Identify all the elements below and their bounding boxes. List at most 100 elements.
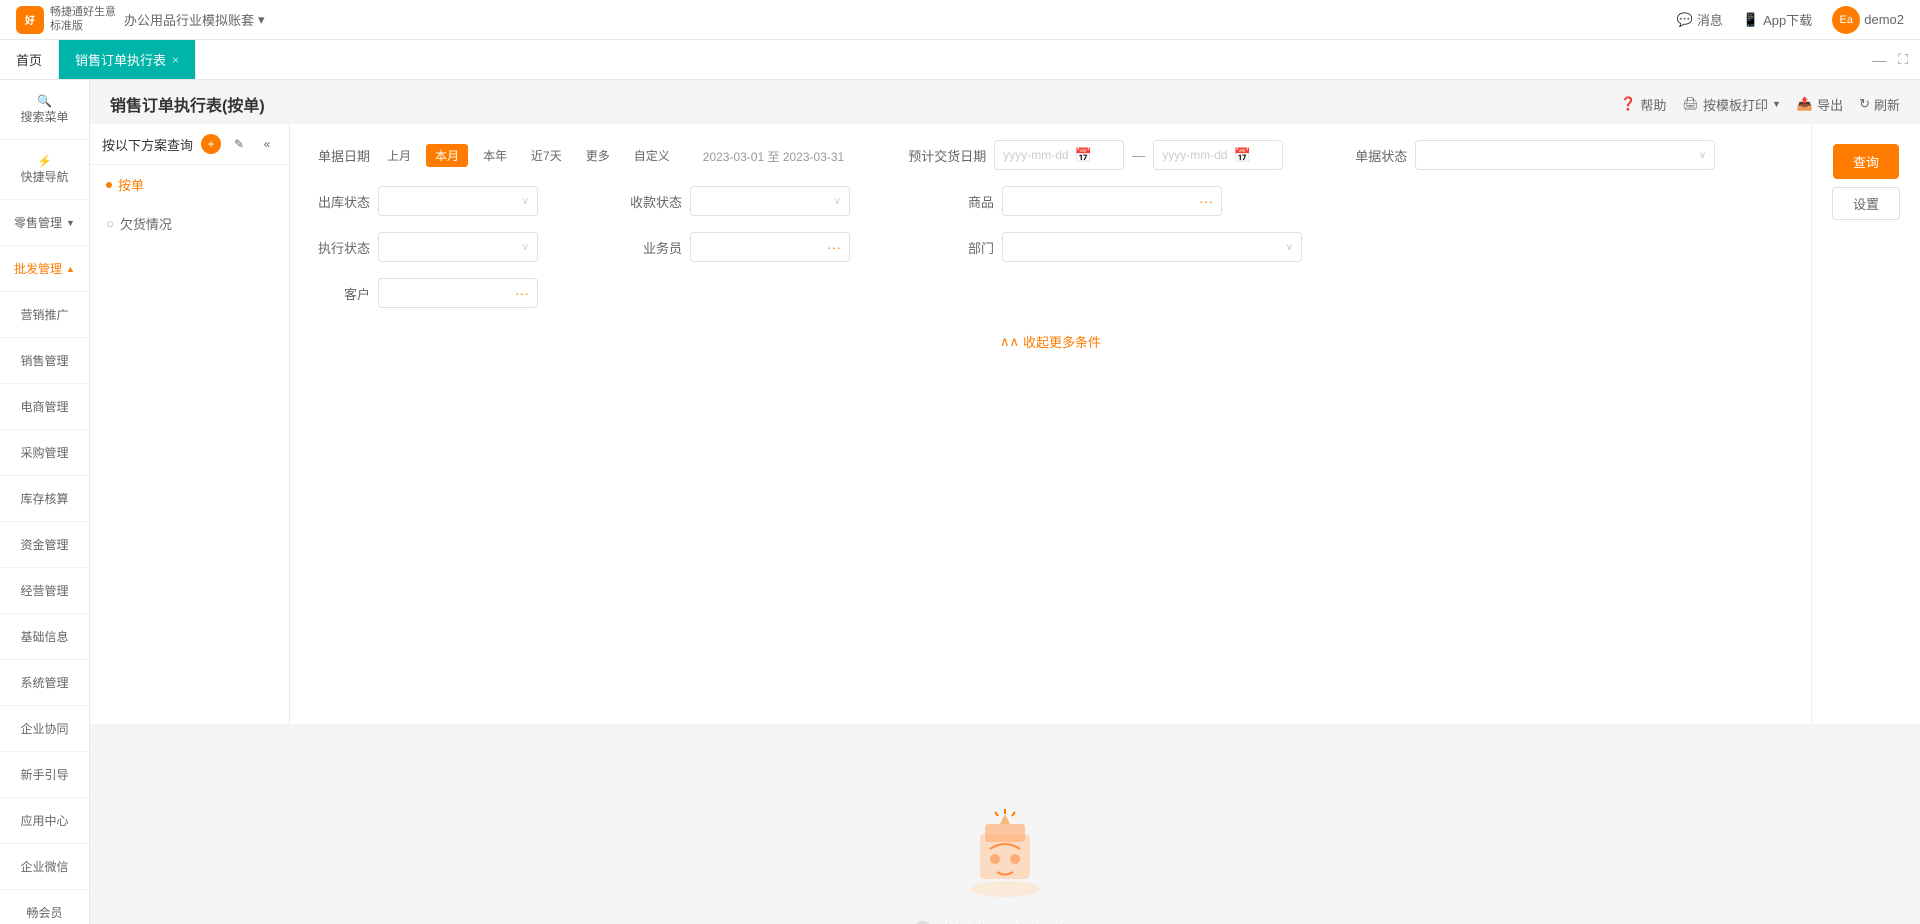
expected-date-start[interactable]: yyyy-mm-dd 📅	[994, 140, 1124, 170]
chevron-up-icon: ▲	[66, 264, 75, 274]
settings-button[interactable]: 设置	[1832, 187, 1900, 220]
exec-chevron-icon: ∨	[522, 242, 529, 253]
collapse-button[interactable]: ∧∧ 收起更多条件	[310, 324, 1791, 359]
sidebar-item-inventory[interactable]: 库存核算	[0, 476, 89, 522]
sidebar-item-guide[interactable]: 新手引导	[0, 752, 89, 798]
quicknav-icon: ⚡	[8, 154, 81, 168]
user-area[interactable]: Ea demo2	[1832, 6, 1904, 34]
message-button[interactable]: 💬 消息	[1677, 10, 1723, 29]
sidebar-item-ecommerce[interactable]: 电商管理	[0, 384, 89, 430]
goods-input[interactable]: ···	[1002, 186, 1222, 216]
tab-fullscreen-icon[interactable]: ⛶	[1898, 51, 1908, 68]
goods-more-icon[interactable]: ···	[1199, 193, 1213, 209]
sidebar-item-finance[interactable]: 资金管理	[0, 522, 89, 568]
query-button[interactable]: 查询	[1833, 144, 1899, 179]
sidebar-item-wechat[interactable]: 企业微信	[0, 844, 89, 890]
department-label: 部门	[934, 238, 994, 257]
scheme-collapse-button[interactable]: «	[257, 134, 277, 154]
department-select[interactable]: ∨	[1002, 232, 1302, 262]
sidebar-item-purchase[interactable]: 采购管理	[0, 430, 89, 476]
scheme-add-button[interactable]: +	[201, 134, 221, 154]
filter-row-date: 单据日期 上月 本月 本年 近7天 更多 自定义 2023-03-01 至 20…	[310, 140, 1791, 170]
sidebar-item-member[interactable]: 畅会员	[0, 890, 89, 924]
sidebar-item-quicknav[interactable]: ⚡ 快捷导航	[0, 140, 89, 200]
expected-date-label: 预计交货日期	[908, 146, 986, 165]
customer-label: 客户	[310, 284, 370, 303]
tab-home[interactable]: 首页	[0, 40, 59, 79]
help-button[interactable]: ❓ 帮助	[1620, 95, 1666, 114]
tab-actions: — ⛶	[1860, 40, 1920, 79]
sidebar-item-appcenter[interactable]: 应用中心	[0, 798, 89, 844]
app-download-button[interactable]: 📱 App下载	[1743, 10, 1812, 29]
customer-more-icon[interactable]: ···	[515, 285, 529, 301]
salesperson-more-icon[interactable]: ···	[827, 239, 841, 255]
sidebar-item-search[interactable]: 🔍 搜索菜单	[0, 80, 89, 140]
filter-department: 部门 ∨	[934, 232, 1302, 262]
doc-status-select[interactable]: ∨	[1415, 140, 1715, 170]
date-btn-7days[interactable]: 近7天	[522, 144, 571, 167]
scheme-panel-header: 按以下方案查询 + ✎ «	[90, 124, 289, 165]
exec-status-select[interactable]: ∨	[378, 232, 538, 262]
date-range-text: 2023-03-01 至 2023-03-31	[703, 148, 844, 165]
date-button-group: 上月 本月 本年 近7天 更多 自定义	[378, 144, 679, 167]
content-area: 销售订单执行表(按单) ❓ 帮助 🖨 按模板打印 ▼ 📤 导出 ↻ 刷新	[90, 80, 1920, 924]
sidebar-item-base[interactable]: 基础信息	[0, 614, 89, 660]
customer-input[interactable]: ···	[378, 278, 538, 308]
empty-illustration	[955, 804, 1055, 904]
logo-area: 好 畅捷通好生意 标准版	[16, 6, 116, 34]
chevron-down-icon: ▼	[66, 218, 75, 228]
date-btn-custom[interactable]: 自定义	[625, 144, 679, 167]
salesperson-input[interactable]: ···	[690, 232, 850, 262]
top-bar: 好 畅捷通好生意 标准版 办公用品行业模拟账套 ▾ 💬 消息 📱 App下载 E…	[0, 0, 1920, 40]
filter-exec-status: 执行状态 ∨	[310, 232, 538, 262]
sidebar-item-wholesale[interactable]: 批发管理 ▲	[0, 246, 89, 292]
date-label: 单据日期	[310, 146, 370, 165]
date-btn-this-year[interactable]: 本年	[474, 144, 516, 167]
filter-delivery-status: 出库状态 ∨	[310, 186, 538, 216]
date-btn-last-month[interactable]: 上月	[378, 144, 420, 167]
avatar: Ea	[1832, 6, 1860, 34]
tab-sales-order[interactable]: 销售订单执行表 ×	[59, 40, 196, 79]
tab-spacer	[196, 40, 1860, 79]
scheme-edit-button[interactable]: ✎	[229, 134, 249, 154]
top-bar-left: 好 畅捷通好生意 标准版 办公用品行业模拟账套 ▾	[16, 6, 265, 34]
sidebar-item-system[interactable]: 系统管理	[0, 660, 89, 706]
filter-row-status: 出库状态 ∨ 收款状态 ∨	[310, 186, 1791, 216]
status-label: 单据状态	[1347, 146, 1407, 165]
empty-steps: 1 请先选择要分析的方案 2 用过滤条件来缩小分析范围	[914, 920, 1096, 924]
filter-expected-date: 预计交货日期 yyyy-mm-dd 📅 — yyyy-mm-dd 📅	[908, 140, 1283, 170]
logo-text: 畅捷通好生意 标准版	[50, 6, 116, 32]
tab-close-icon[interactable]: ×	[172, 53, 179, 67]
dept-chevron-icon: ∨	[1286, 242, 1293, 253]
scheme-item-shortage[interactable]: ○ 欠货情况	[90, 204, 289, 243]
sidebar-item-sales[interactable]: 销售管理	[0, 338, 89, 384]
page-header: 销售订单执行表(按单) ❓ 帮助 🖨 按模板打印 ▼ 📤 导出 ↻ 刷新	[90, 80, 1920, 124]
payment-status-label: 收款状态	[622, 192, 682, 211]
sidebar-item-operations[interactable]: 经营管理	[0, 568, 89, 614]
sidebar-item-retail[interactable]: 零售管理 ▼	[0, 200, 89, 246]
filter-top: 按以下方案查询 + ✎ « 按单 ○ 欠货情况	[90, 124, 1920, 724]
filter-buttons: 查询 设置	[1811, 124, 1920, 724]
breadcrumb: 办公用品行业模拟账套 ▾	[124, 10, 265, 29]
refresh-button[interactable]: ↻ 刷新	[1859, 95, 1900, 114]
print-icon: 🖨	[1682, 96, 1699, 112]
tab-minimize-icon[interactable]: —	[1872, 52, 1886, 68]
delivery-status-select[interactable]: ∨	[378, 186, 538, 216]
filter-date-item: 单据日期 上月 本月 本年 近7天 更多 自定义	[310, 144, 679, 167]
page-header-actions: ❓ 帮助 🖨 按模板打印 ▼ 📤 导出 ↻ 刷新	[1620, 95, 1900, 114]
export-button[interactable]: 📤 导出	[1797, 95, 1843, 114]
print-button[interactable]: 🖨 按模板打印 ▼	[1682, 95, 1780, 114]
date-btn-this-month[interactable]: 本月	[426, 144, 468, 167]
sidebar-item-marketing[interactable]: 营销推广	[0, 292, 89, 338]
payment-status-select[interactable]: ∨	[690, 186, 850, 216]
exec-status-label: 执行状态	[310, 238, 370, 257]
calendar-end-icon: 📅	[1234, 147, 1251, 164]
page-title: 销售订单执行表(按单)	[110, 92, 265, 116]
filter-row-exec: 执行状态 ∨ 业务员 ···	[310, 232, 1791, 262]
scheme-item-order[interactable]: 按单	[90, 165, 289, 204]
expected-date-end[interactable]: yyyy-mm-dd 📅	[1153, 140, 1283, 170]
delivery-status-label: 出库状态	[310, 192, 370, 211]
date-btn-more[interactable]: 更多	[577, 144, 619, 167]
sidebar-item-cooperation[interactable]: 企业协同	[0, 706, 89, 752]
filter-doc-status: 单据状态 ∨	[1347, 140, 1715, 170]
